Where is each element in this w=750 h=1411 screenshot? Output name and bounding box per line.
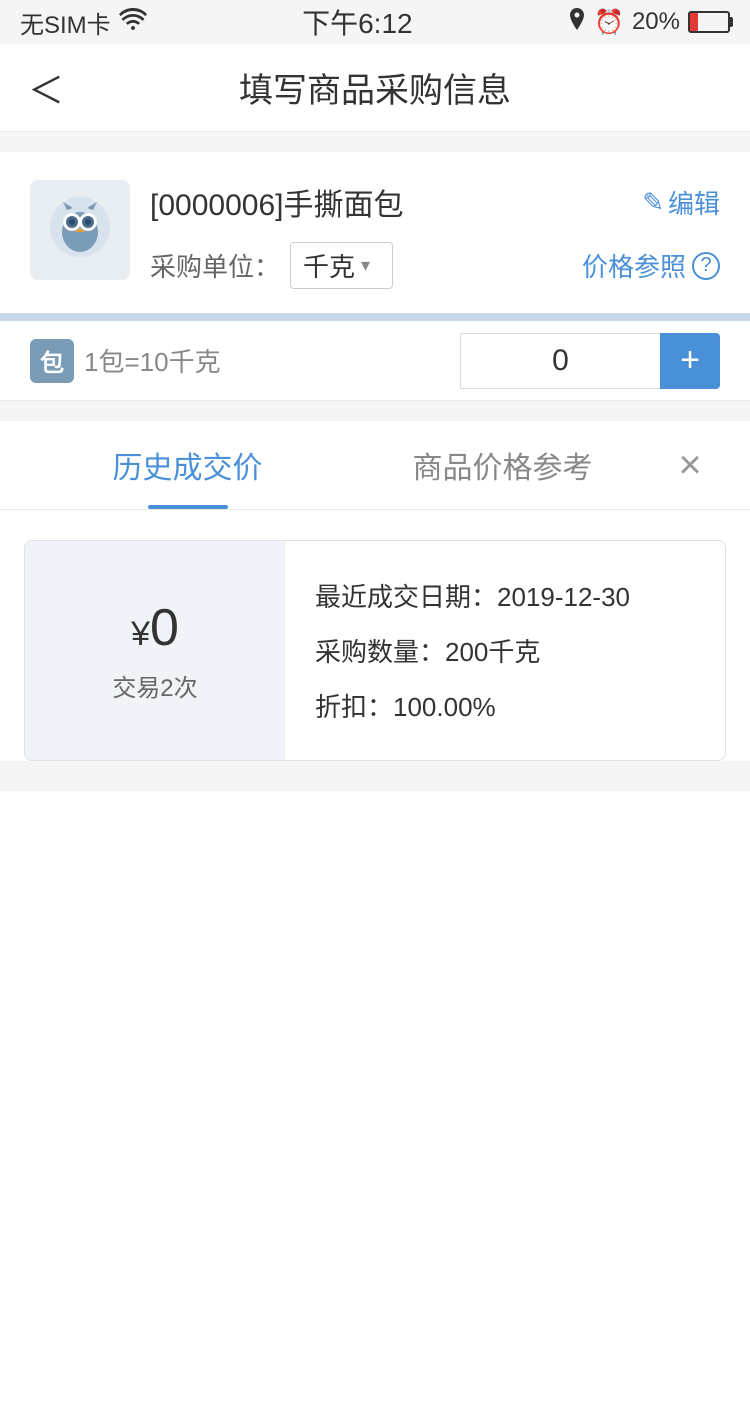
unit-badge: 包 [30,339,74,383]
product-info: [0000006]手撕面包 ✎ 编辑 采购单位： 千克 ▾ 价格参照 ? [150,180,720,289]
page-title: 填写商品采购信息 [239,63,511,112]
unit-select-dropdown[interactable]: 千克 ▾ [290,242,393,289]
unit-hint: 包 1包=10千克 [30,339,221,383]
unit-value: 千克 [303,247,355,284]
history-price-display: ¥0 [131,598,179,658]
price-amount: 0 [150,599,179,657]
time-display: 下午6:12 [302,2,413,42]
unit-hint-text: 1包=10千克 [84,342,221,379]
purchase-quantity-label: 采购数量： [315,637,445,667]
currency-symbol: ¥ [131,615,150,653]
unit-row: 采购单位： 千克 ▾ 价格参照 ? [150,242,720,289]
status-left: 无SIM卡 [20,5,147,40]
status-bar: 无SIM卡 下午6:12 ⏰ 20% [0,0,750,44]
product-logo-icon [45,192,115,269]
recent-date-value: 2019-12-30 [497,582,630,612]
discount-label: 折扣： [315,692,393,722]
close-button[interactable]: × [660,435,720,495]
unit-left: 采购单位： 千克 ▾ [150,242,393,289]
price-reference-button[interactable]: 价格参照 ? [582,247,720,284]
nav-header: ＜ 填写商品采购信息 [0,44,750,132]
tab-active-indicator [148,505,228,509]
close-icon: × [678,443,701,488]
bottom-panel: 历史成交价 商品价格参考 × ¥0 交易2次 最近成交日期：2019-12-30… [0,421,750,761]
plus-icon: + [680,341,700,380]
progress-divider [0,313,750,321]
quantity-control: 0 + [460,333,720,389]
history-card: ¥0 交易2次 最近成交日期：2019-12-30 采购数量：200千克 折扣：… [24,540,726,761]
discount-value: 100.00% [393,692,496,722]
battery-percent: 20% [632,8,680,36]
empty-content-area [0,791,750,1411]
status-right: ⏰ 20% [568,8,730,37]
wifi-icon [119,8,147,37]
trade-count: 交易2次 [112,668,197,703]
purchase-quantity-value: 200千克 [445,637,540,667]
battery-indicator [688,11,730,33]
location-icon [568,8,586,37]
chevron-down-icon: ▾ [361,255,370,276]
alarm-icon: ⏰ [594,8,624,37]
product-header-row: [0000006]手撕面包 ✎ 编辑 [150,180,720,224]
edit-button[interactable]: ✎ 编辑 [642,184,720,221]
price-ref-label: 价格参照 [582,247,686,284]
quantity-plus-button[interactable]: + [660,333,720,389]
tab-history-label: 历史成交价 [113,443,263,487]
product-id: [0000006] [150,189,283,222]
tab-history-price[interactable]: 历史成交价 [30,421,345,509]
edit-label: 编辑 [668,184,720,221]
info-icon: ? [692,252,720,280]
product-image [30,180,130,280]
product-title: 手撕面包 [283,189,403,222]
history-price-section: ¥0 交易2次 [25,541,285,760]
back-button[interactable]: ＜ [28,62,64,114]
product-card: [0000006]手撕面包 ✎ 编辑 采购单位： 千克 ▾ 价格参照 ? [0,152,750,313]
edit-icon: ✎ [642,187,664,218]
quantity-value: 0 [552,344,569,378]
unit-label: 采购单位： [150,247,280,284]
recent-date-label: 最近成交日期： [315,582,497,612]
recent-date-row: 最近成交日期：2019-12-30 [315,577,695,614]
tabs-row: 历史成交价 商品价格参考 × [0,421,750,510]
history-details-section: 最近成交日期：2019-12-30 采购数量：200千克 折扣：100.00% [285,541,725,760]
tab-price-ref-label: 商品价格参考 [413,443,593,487]
purchase-quantity-row: 采购数量：200千克 [315,632,695,669]
carrier-text: 无SIM卡 [20,5,111,40]
discount-row: 折扣：100.00% [315,687,695,724]
tab-product-price-ref[interactable]: 商品价格参考 [345,421,660,509]
quantity-row: 包 1包=10千克 0 + [0,321,750,401]
product-name: [0000006]手撕面包 [150,180,403,224]
quantity-input[interactable]: 0 [460,333,660,389]
